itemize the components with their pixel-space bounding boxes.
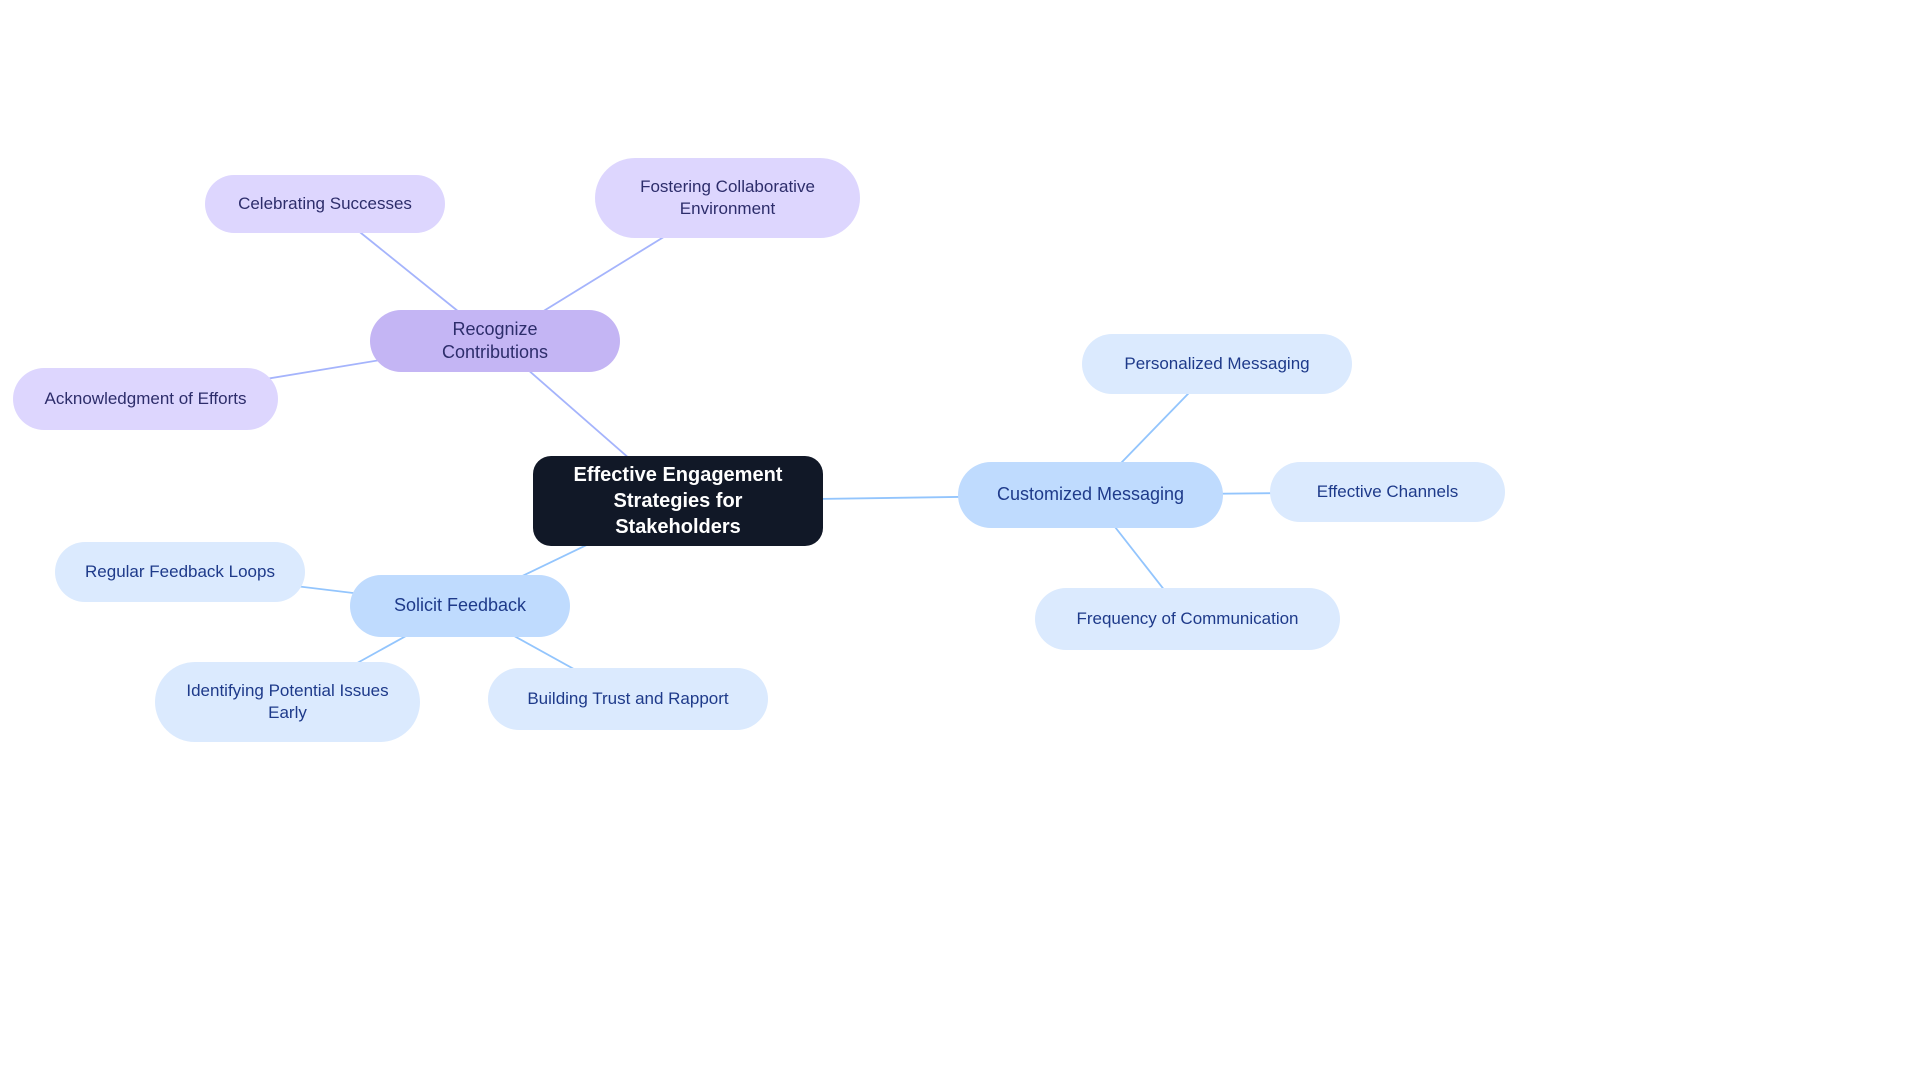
celebrating-node: Celebrating Successes xyxy=(205,175,445,233)
identifying-node: Identifying Potential Issues Early xyxy=(155,662,420,742)
acknowledgment-node: Acknowledgment of Efforts xyxy=(13,368,278,430)
solicit-node: Solicit Feedback xyxy=(350,575,570,637)
building-node: Building Trust and Rapport xyxy=(488,668,768,730)
center-node: Effective Engagement Strategies for Stak… xyxy=(533,456,823,546)
effective-node: Effective Channels xyxy=(1270,462,1505,522)
regular-node: Regular Feedback Loops xyxy=(55,542,305,602)
fostering-node: Fostering Collaborative Environment xyxy=(595,158,860,238)
frequency-node: Frequency of Communication xyxy=(1035,588,1340,650)
personalized-node: Personalized Messaging xyxy=(1082,334,1352,394)
recognize-node: Recognize Contributions xyxy=(370,310,620,372)
customized-node: Customized Messaging xyxy=(958,462,1223,528)
